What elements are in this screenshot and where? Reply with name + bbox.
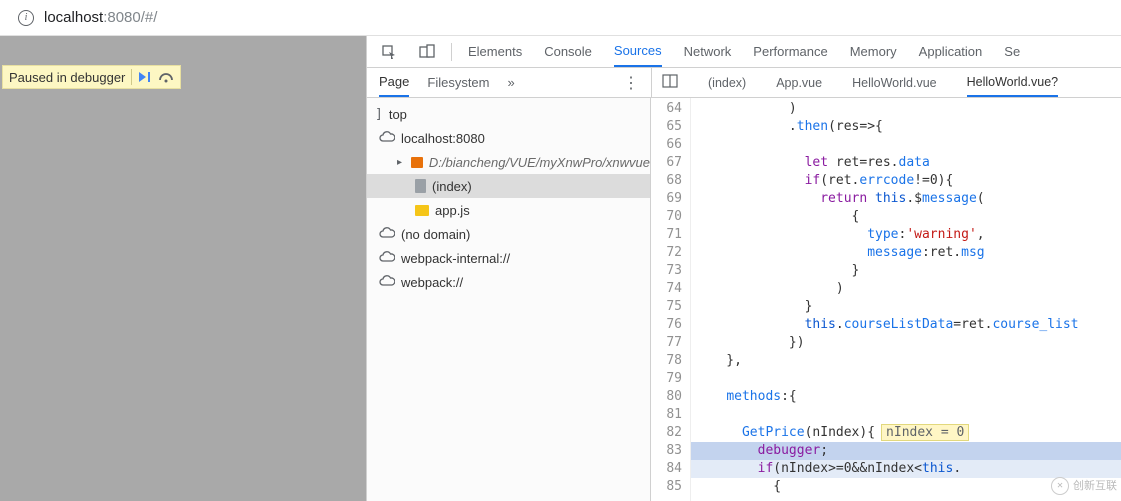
open-files-tabs: (index) App.vue HelloWorld.vue HelloWorl…: [651, 68, 1121, 97]
step-over-icon[interactable]: [158, 71, 174, 83]
sources-sub-bar: Page Filesystem » ⋮ (index) App.vue Hell…: [367, 68, 1121, 98]
code-lines: ) .then(res=>{ let ret=res.data if(ret.e…: [691, 98, 1121, 501]
watermark: ✕创新互联: [1051, 477, 1117, 495]
tree-webpack-internal[interactable]: webpack-internal://: [367, 246, 650, 270]
tab-console[interactable]: Console: [544, 36, 592, 67]
line-number-gutter: 6465666768697071727374757677787980818283…: [651, 98, 691, 501]
tree-host[interactable]: localhost:8080: [367, 126, 650, 150]
device-toolbar-icon[interactable]: [419, 44, 435, 60]
folder-icon: [415, 205, 429, 216]
navigator-menu-icon[interactable]: ⋮: [623, 73, 639, 93]
tree-file-appjs[interactable]: app.js: [367, 198, 650, 222]
tab-page[interactable]: Page: [379, 68, 409, 97]
devtools-tab-bar: Elements Console Sources Network Perform…: [367, 36, 1121, 68]
inspect-element-icon[interactable]: [381, 44, 397, 60]
paused-label: Paused in debugger: [9, 70, 125, 85]
file-tab-helloworld-vue-1[interactable]: HelloWorld.vue: [852, 68, 937, 97]
paused-in-debugger-badge: Paused in debugger: [2, 65, 181, 89]
code-editor[interactable]: 6465666768697071727374757677787980818283…: [651, 98, 1121, 501]
resume-icon[interactable]: [138, 71, 152, 83]
tab-application[interactable]: Application: [919, 36, 983, 67]
cloud-icon: [379, 251, 395, 266]
tab-elements[interactable]: Elements: [468, 36, 522, 67]
site-info-icon[interactable]: i: [18, 10, 34, 26]
tab-more[interactable]: Se: [1004, 36, 1020, 67]
devtools-panel: Elements Console Sources Network Perform…: [366, 36, 1121, 501]
tab-network[interactable]: Network: [684, 36, 732, 67]
file-tab-helloworld-vue-2[interactable]: HelloWorld.vue?: [967, 68, 1058, 97]
url-text: localhost:8080/#/: [44, 9, 157, 26]
folder-icon: [411, 157, 423, 168]
file-tab-index[interactable]: (index): [708, 68, 746, 97]
reading-mode-icon[interactable]: [662, 74, 678, 91]
tab-performance[interactable]: Performance: [753, 36, 827, 67]
cloud-icon: [379, 131, 395, 146]
navigator-tabs: Page Filesystem » ⋮: [367, 68, 651, 97]
more-navigator-tabs-icon[interactable]: »: [508, 75, 515, 90]
file-tab-app-vue[interactable]: App.vue: [776, 68, 822, 97]
tab-memory[interactable]: Memory: [850, 36, 897, 67]
file-navigator-tree: ]top localhost:8080 ▸D:/biancheng/VUE/my…: [367, 98, 651, 501]
cloud-icon: [379, 275, 395, 290]
tree-nodomain[interactable]: (no domain): [367, 222, 650, 246]
tab-sources[interactable]: Sources: [614, 36, 662, 67]
file-icon: [415, 179, 426, 193]
chevron-right-icon: ▸: [397, 157, 405, 168]
tree-file-index[interactable]: (index): [367, 174, 650, 198]
address-bar[interactable]: i localhost:8080/#/: [0, 0, 1121, 36]
tree-top[interactable]: ]top: [367, 102, 650, 126]
cloud-icon: [379, 227, 395, 242]
tree-webpack[interactable]: webpack://: [367, 270, 650, 294]
tab-filesystem[interactable]: Filesystem: [427, 68, 489, 97]
tree-path[interactable]: ▸D:/biancheng/VUE/myXnwPro/xnwvue: [367, 150, 650, 174]
page-viewport: Paused in debugger: [0, 36, 366, 501]
